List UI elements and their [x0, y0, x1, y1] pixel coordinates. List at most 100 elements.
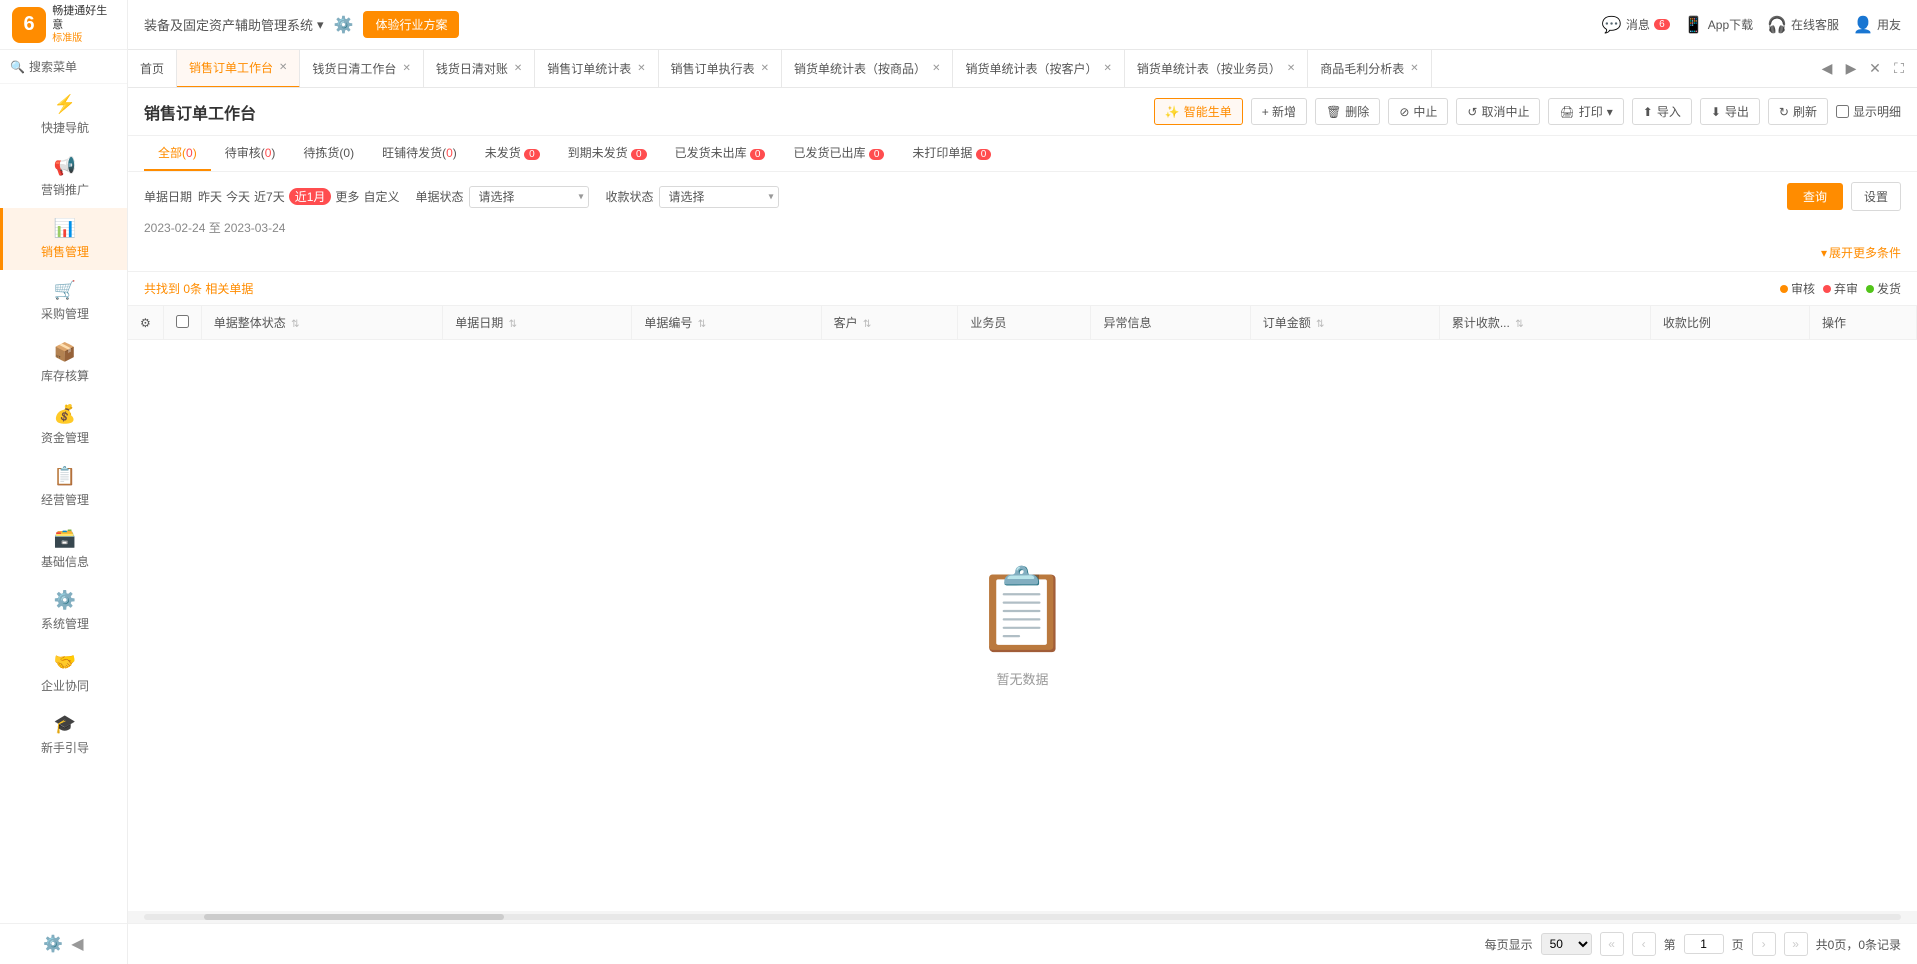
sub-tab-wangpu-send[interactable]: 旺铺待发货(0): [368, 136, 471, 171]
select-all-checkbox[interactable]: [176, 315, 189, 328]
sidebar-item-marketing[interactable]: 📢 营销推广: [0, 146, 127, 208]
ai-gen-btn[interactable]: ✨ 智能生单: [1154, 98, 1243, 125]
filter-payment-select[interactable]: 请选择: [659, 186, 779, 208]
tab-close-sales-by-product[interactable]: ✕: [932, 63, 940, 74]
filter-status-select[interactable]: 请选择: [469, 186, 589, 208]
stop-icon: ⊘: [1399, 105, 1409, 119]
sidebar-item-finance[interactable]: 💰 资金管理: [0, 394, 127, 456]
filter-expand-row: ▾ 展开更多条件: [144, 244, 1901, 261]
sub-tab-sent-not-out[interactable]: 已发货未出库 0: [661, 136, 780, 171]
tab-sales-workbench[interactable]: 销售订单工作台 ✕: [177, 50, 300, 88]
tab-sales-by-staff[interactable]: 销货单统计表（按业务员） ✕: [1125, 50, 1308, 88]
sort-icon-number[interactable]: ⇅: [698, 319, 706, 330]
sidebar-item-system[interactable]: ⚙️ 系统管理: [0, 580, 127, 642]
sub-tab-sent-out[interactable]: 已发货已出库 0: [779, 136, 898, 171]
sub-tab-not-sent[interactable]: 未发货 0: [471, 136, 554, 171]
tab-sales-by-product[interactable]: 销货单统计表（按商品） ✕: [782, 50, 953, 88]
message-btn[interactable]: 💬 消息 6: [1602, 15, 1670, 35]
industry-btn[interactable]: 体验行业方案: [363, 11, 459, 38]
module-selector[interactable]: 装备及固定资产辅助管理系统 ▾: [144, 15, 324, 34]
topbar-gear-icon[interactable]: ⚙️: [334, 15, 354, 35]
filter-date-today[interactable]: 今天: [226, 188, 250, 205]
prev-page-btn[interactable]: ‹: [1632, 932, 1656, 956]
sort-icon-status[interactable]: ⇅: [291, 319, 299, 330]
tab-order-exec[interactable]: 销售订单执行表 ✕: [659, 50, 782, 88]
sub-tab-all[interactable]: 全部(0): [144, 136, 211, 171]
tab-close-sales-workbench[interactable]: ✕: [279, 62, 287, 73]
tab-close-order-stats[interactable]: ✕: [637, 63, 645, 74]
sort-icon-date[interactable]: ⇅: [509, 319, 517, 330]
sidebar-item-sales[interactable]: 📊 销售管理: [0, 208, 127, 270]
filter-date-custom[interactable]: 自定义: [363, 188, 399, 205]
tabs-actions: ◀ ▶ ✕ ⛶: [1809, 60, 1917, 77]
tab-close-sales-by-staff[interactable]: ✕: [1287, 63, 1295, 74]
refresh-btn[interactable]: ↻ 刷新: [1768, 98, 1828, 125]
last-page-btn[interactable]: »: [1784, 932, 1808, 956]
sidebar-collapse-btn[interactable]: ◀: [71, 934, 83, 954]
filter-date-yesterday[interactable]: 昨天: [198, 188, 222, 205]
scrollbar-thumb[interactable]: [204, 914, 504, 920]
online-service-btn[interactable]: 🎧 在线客服: [1767, 15, 1839, 35]
page-input[interactable]: [1684, 934, 1724, 954]
sort-icon-customer[interactable]: ⇅: [863, 319, 871, 330]
th-gear[interactable]: ⚙: [128, 306, 163, 340]
export-btn[interactable]: ⬇ 导出: [1700, 98, 1760, 125]
empty-text: 暂无数据: [996, 669, 1048, 688]
sidebar-item-newbie[interactable]: 🎓 新手引导: [0, 704, 127, 766]
th-customer: 客户 ⇅: [821, 306, 958, 340]
sidebar-item-quick-nav[interactable]: ⚡ 快捷导航: [0, 84, 127, 146]
tabs-scroll-right[interactable]: ▶: [1841, 60, 1861, 77]
tab-close-order-exec[interactable]: ✕: [761, 63, 769, 74]
tab-cashflow[interactable]: 钱货日清工作台 ✕: [300, 50, 423, 88]
sidebar-item-inventory[interactable]: 📦 库存核算: [0, 332, 127, 394]
set-btn[interactable]: 设置: [1851, 182, 1901, 211]
add-btn[interactable]: + 新增: [1251, 98, 1307, 125]
next-page-btn[interactable]: ›: [1752, 932, 1776, 956]
tab-reconcile[interactable]: 钱货日清对账 ✕: [424, 50, 535, 88]
sort-icon-payment[interactable]: ⇅: [1515, 319, 1523, 330]
app-download-btn[interactable]: 📱 App下载: [1684, 15, 1753, 35]
filter-date-more[interactable]: 更多: [335, 188, 359, 205]
sub-tab-overdue-send[interactable]: 到期未发货 0: [554, 136, 661, 171]
sidebar-item-purchase[interactable]: 🛒 采购管理: [0, 270, 127, 332]
search-menu[interactable]: 🔍 搜索菜单: [0, 50, 127, 84]
filter-status-item: 单据状态 请选择: [415, 186, 589, 208]
per-page-select[interactable]: 50 100 200: [1541, 933, 1592, 955]
first-page-btn[interactable]: «: [1600, 932, 1624, 956]
cancel-stop-btn[interactable]: ↺ 取消中止: [1456, 98, 1540, 125]
show-detail-checkbox[interactable]: [1836, 105, 1849, 118]
sidebar-item-corp[interactable]: 🤝 企业协同: [0, 642, 127, 704]
tab-close-cashflow[interactable]: ✕: [402, 63, 410, 74]
expand-more-btn[interactable]: ▾ 展开更多条件: [1821, 244, 1901, 261]
sort-icon-amount[interactable]: ⇅: [1316, 319, 1324, 330]
tab-close-sales-by-customer[interactable]: ✕: [1103, 63, 1111, 74]
query-btn[interactable]: 查询: [1787, 183, 1843, 210]
tabs-scroll-left[interactable]: ◀: [1817, 60, 1837, 77]
tab-sales-by-customer[interactable]: 销货单统计表（按客户） ✕: [953, 50, 1124, 88]
sidebar-settings-btn[interactable]: ⚙️: [43, 934, 63, 954]
tab-close-gross-profit[interactable]: ✕: [1410, 63, 1418, 74]
import-btn[interactable]: ⬆ 导入: [1632, 98, 1692, 125]
print-btn[interactable]: 🖨 打印 ▾: [1548, 98, 1623, 125]
sub-tab-pending-pick[interactable]: 待拣货(0): [289, 136, 368, 171]
sub-tab-pending-approve[interactable]: 待审核(0): [211, 136, 290, 171]
tab-order-stats[interactable]: 销售订单统计表 ✕: [535, 50, 658, 88]
filter-date-7days[interactable]: 近7天: [254, 188, 285, 205]
sub-tab-not-printed[interactable]: 未打印单据 0: [898, 136, 1005, 171]
user-btn[interactable]: 👤 用友: [1853, 15, 1901, 35]
reject-action[interactable]: 弃审: [1823, 280, 1858, 297]
sidebar-item-basic[interactable]: 🗃️ 基础信息: [0, 518, 127, 580]
filter-date-1month[interactable]: 近1月: [289, 188, 332, 205]
tab-gross-profit[interactable]: 商品毛利分析表 ✕: [1308, 50, 1431, 88]
tab-home[interactable]: 首页: [128, 50, 177, 88]
tabs-fullscreen[interactable]: ⛶: [1889, 60, 1909, 77]
delete-btn[interactable]: 🗑 删除: [1315, 98, 1380, 125]
send-action[interactable]: 发货: [1866, 280, 1901, 297]
th-check[interactable]: [163, 306, 201, 340]
tab-close-reconcile[interactable]: ✕: [514, 63, 522, 74]
approve-action[interactable]: 审核: [1780, 280, 1815, 297]
stop-btn[interactable]: ⊘ 中止: [1388, 98, 1448, 125]
tabs-close-all[interactable]: ✕: [1865, 60, 1885, 77]
sidebar-item-ops[interactable]: 📋 经营管理: [0, 456, 127, 518]
show-detail-toggle[interactable]: 显示明细: [1836, 103, 1901, 120]
